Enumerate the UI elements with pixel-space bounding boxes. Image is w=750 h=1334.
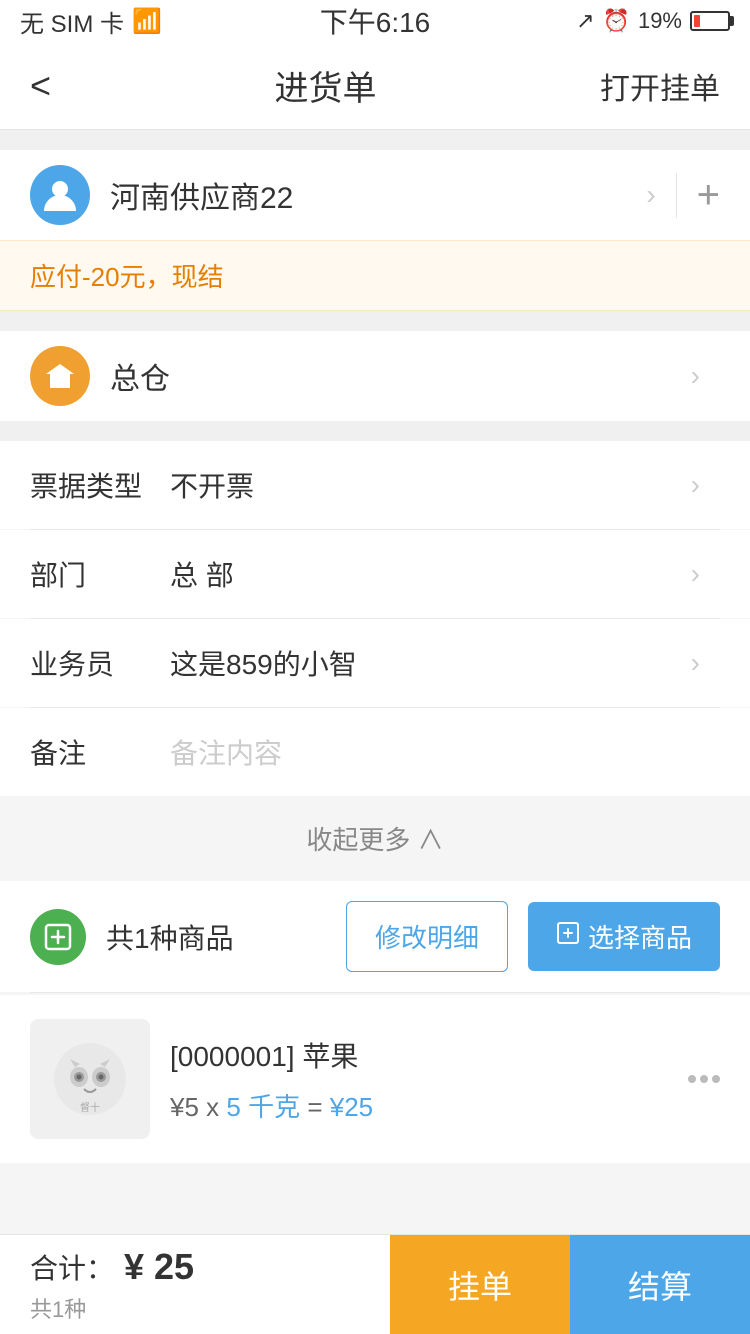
products-count: 共1种商品 (106, 917, 326, 957)
salesperson-label: 业务员 (30, 643, 170, 683)
form-row-dept[interactable]: 部门 总 部 › (0, 530, 750, 618)
status-right: ↗ ⏰ 19% (576, 8, 730, 34)
invoice-label: 票据类型 (30, 465, 170, 505)
wifi-icon: 📶 (132, 7, 162, 36)
warehouse-icon (30, 346, 90, 406)
total-amount: ¥ 25 (124, 1246, 194, 1288)
nav-bar: < 进货单 打开挂单 (0, 42, 750, 130)
dot-1 (688, 1075, 696, 1083)
collapse-label: 收起更多 ∧ (306, 825, 443, 855)
supplier-arrow-icon: › (646, 179, 655, 211)
total-section: 合计： ¥ 25 共1种 (0, 1235, 390, 1334)
add-supplier-button[interactable]: + (676, 173, 720, 218)
select-product-label: 选择商品 (588, 918, 692, 955)
warehouse-section[interactable]: 总仓 › (0, 331, 750, 421)
location-icon: ↗ (576, 8, 594, 34)
product-thumbnail: 督十 (30, 1019, 150, 1139)
products-header: 共1种商品 修改明细 选择商品 (0, 881, 750, 992)
remark-label: 备注 (30, 732, 170, 772)
battery-percent: 19% (638, 8, 682, 34)
alarm-icon: ⏰ (603, 8, 630, 34)
product-info: [0000001] 苹果 ¥5 x 5 千克 = ¥25 (170, 1035, 668, 1124)
collapse-button[interactable]: 收起更多 ∧ (0, 796, 750, 881)
invoice-arrow-icon: › (691, 469, 700, 501)
remark-input[interactable]: 备注内容 (170, 732, 720, 772)
form-row-remark[interactable]: 备注 备注内容 (0, 708, 750, 796)
product-item: 督十 [0000001] 苹果 ¥5 x 5 千克 = ¥25 (0, 995, 750, 1163)
dot-2 (700, 1075, 708, 1083)
info-banner: 应付-20元，现结 (0, 240, 750, 311)
select-product-button[interactable]: 选择商品 (528, 902, 720, 971)
hang-button[interactable]: 挂单 (390, 1235, 570, 1334)
back-button[interactable]: < (30, 65, 51, 107)
products-icon (30, 909, 86, 965)
section-gap-3 (0, 421, 750, 441)
salesperson-value: 这是859的小智 (170, 643, 691, 683)
checkout-button[interactable]: 结算 (570, 1235, 750, 1334)
dept-label: 部门 (30, 554, 170, 594)
invoice-value: 不开票 (170, 465, 691, 505)
info-text: 应付-20元，现结 (30, 262, 224, 292)
price-multiply: x (206, 1092, 226, 1122)
select-product-icon (556, 921, 580, 952)
svg-text:督十: 督十 (80, 1101, 100, 1114)
carrier-text: 无 SIM 卡 (20, 4, 124, 39)
bottom-bar: 合计： ¥ 25 共1种 挂单 结算 (0, 1234, 750, 1334)
supplier-avatar (30, 165, 90, 225)
product-code: [0000001] (170, 1041, 295, 1072)
open-hang-button[interactable]: 打开挂单 (600, 64, 720, 108)
supplier-name[interactable]: 河南供应商22 (110, 173, 646, 217)
total-sub: 共1种 (30, 1292, 360, 1324)
products-divider (30, 992, 720, 993)
total-main: 合计： ¥ 25 (30, 1246, 360, 1288)
page-title: 进货单 (275, 61, 377, 110)
form-row-salesperson[interactable]: 业务员 这是859的小智 › (0, 619, 750, 707)
price-qty: 5 (226, 1092, 240, 1122)
price-unit-label: 千克 (248, 1092, 300, 1122)
price-equals: = (307, 1092, 329, 1122)
total-label: 合计： (30, 1247, 114, 1287)
price-unit: ¥5 (170, 1092, 199, 1122)
product-price: ¥5 x 5 千克 = ¥25 (170, 1087, 668, 1124)
price-total: ¥25 (330, 1092, 373, 1122)
product-name: [0000001] 苹果 (170, 1035, 668, 1075)
edit-detail-button[interactable]: 修改明细 (346, 901, 508, 972)
section-gap-2 (0, 311, 750, 331)
warehouse-arrow-icon: › (691, 360, 700, 392)
status-time: 下午6:16 (320, 1, 431, 41)
supplier-section: 河南供应商22 › + (0, 150, 750, 240)
battery-icon (690, 11, 730, 31)
warehouse-name: 总仓 (110, 354, 691, 398)
dot-3 (712, 1075, 720, 1083)
product-more-button[interactable] (688, 1075, 720, 1083)
salesperson-arrow-icon: › (691, 647, 700, 679)
product-title: 苹果 (302, 1041, 358, 1072)
section-gap-1 (0, 130, 750, 150)
status-bar: 无 SIM 卡 📶 下午6:16 ↗ ⏰ 19% (0, 0, 750, 42)
form-row-invoice[interactable]: 票据类型 不开票 › (0, 441, 750, 529)
dept-arrow-icon: › (691, 558, 700, 590)
status-left: 无 SIM 卡 📶 (20, 4, 162, 39)
dept-value: 总 部 (170, 554, 691, 594)
